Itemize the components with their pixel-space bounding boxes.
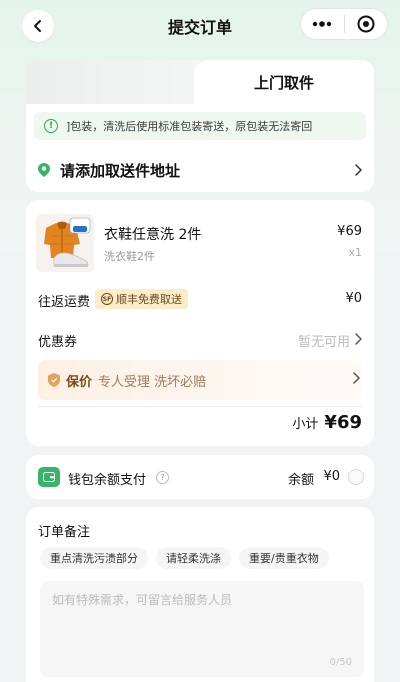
shield-icon <box>48 373 60 387</box>
product-quantity: x1 <box>348 246 362 259</box>
notice-text: ]包装，清洗后使用标准包装寄送，原包装无法寄回 <box>66 120 313 133</box>
remark-chip[interactable]: 重要/贵重衣物 <box>239 547 329 569</box>
remark-chips: 重点清洗污渍部分 请轻柔洗涤 重要/贵重衣物 <box>40 547 337 569</box>
chevron-right-icon <box>353 372 360 384</box>
tab-self-delivery[interactable] <box>26 60 202 104</box>
target-close-icon <box>357 15 375 33</box>
delivery-tabs: 上门取件 <box>26 60 374 104</box>
more-dots-icon <box>313 21 332 27</box>
product-subtitle: 洗衣鞋2件 <box>104 250 155 263</box>
help-icon[interactable]: ? <box>156 471 169 484</box>
chevron-right-icon[interactable] <box>354 333 362 345</box>
shipping-fee-label: 往返运费 <box>38 295 91 310</box>
coupon-label: 优惠券 <box>38 335 78 350</box>
remark-chip[interactable]: 请轻柔洗涤 <box>156 547 231 569</box>
wallet-radio[interactable] <box>348 469 364 485</box>
shipping-fee-value: ¥0 <box>345 291 362 306</box>
pickup-body: ! ]包装，清洗后使用标准包装寄送，原包装无法寄回 请添加取送件地址 <box>26 104 374 192</box>
balance-label: 余额 <box>287 473 314 488</box>
wallet-label: 钱包余额支付 <box>68 473 147 488</box>
jacket-and-shoes-image <box>36 214 94 272</box>
remarks-title: 订单备注 <box>38 525 91 540</box>
remarks-input[interactable]: 如有特殊需求，可留言给服务人员 <box>40 581 364 677</box>
insurance-description: 专人受理 洗坏必赔 <box>98 374 207 390</box>
subtotal-label: 小计 <box>292 417 319 432</box>
add-address-label: 请添加取送件地址 <box>60 161 181 180</box>
subtotal-value: ¥69 <box>324 412 362 433</box>
location-pin-icon <box>38 163 50 177</box>
mini-program-capsule <box>300 8 388 40</box>
close-program-button[interactable] <box>344 9 387 39</box>
order-remarks-card: 订单备注 重点清洗污渍部分 请轻柔洗涤 重要/贵重衣物 如有特殊需求，可留言给服… <box>26 507 374 682</box>
product-image[interactable] <box>36 214 94 272</box>
coupon-value[interactable]: 暂无可用 <box>298 331 350 350</box>
wallet-icon <box>38 467 60 487</box>
insurance-row[interactable]: 保价 专人受理 洗坏必赔 <box>38 360 362 400</box>
info-icon: ! <box>44 119 58 133</box>
wallet-payment-card[interactable]: 钱包余额支付 ? 余额 ¥0 <box>26 455 374 499</box>
pickup-card: 上门取件 ! ]包装，清洗后使用标准包装寄送，原包装无法寄回 请添加取送件地址 <box>26 60 374 192</box>
product-name: 衣鞋任意洗 2件 <box>104 227 202 243</box>
free-shipping-text: 顺丰免费取送 <box>116 293 182 306</box>
order-summary-card: 衣鞋任意洗 2件 洗衣鞋2件 ¥69 x1 往返运费 SF 顺丰免费取送 ¥0 … <box>26 200 374 446</box>
divider <box>38 406 362 407</box>
character-counter: 0/50 <box>329 657 352 668</box>
balance-value: ¥0 <box>323 469 340 484</box>
sf-express-icon: SF <box>101 293 113 305</box>
free-shipping-badge: SF 顺丰免费取送 <box>95 289 188 309</box>
packaging-notice: ! ]包装，清洗后使用标准包装寄送，原包装无法寄回 <box>34 112 366 140</box>
navigation-bar: 提交订单 <box>0 0 400 50</box>
more-button[interactable] <box>301 9 344 39</box>
subtotal: 小计 ¥69 <box>292 412 362 433</box>
tab-door-pickup[interactable]: 上门取件 <box>194 60 374 104</box>
product-price: ¥69 <box>337 224 362 239</box>
chevron-right-icon <box>355 164 362 176</box>
add-address-row[interactable]: 请添加取送件地址 <box>26 150 374 190</box>
insurance-title: 保价 <box>66 374 93 390</box>
remark-chip[interactable]: 重点清洗污渍部分 <box>40 547 148 569</box>
